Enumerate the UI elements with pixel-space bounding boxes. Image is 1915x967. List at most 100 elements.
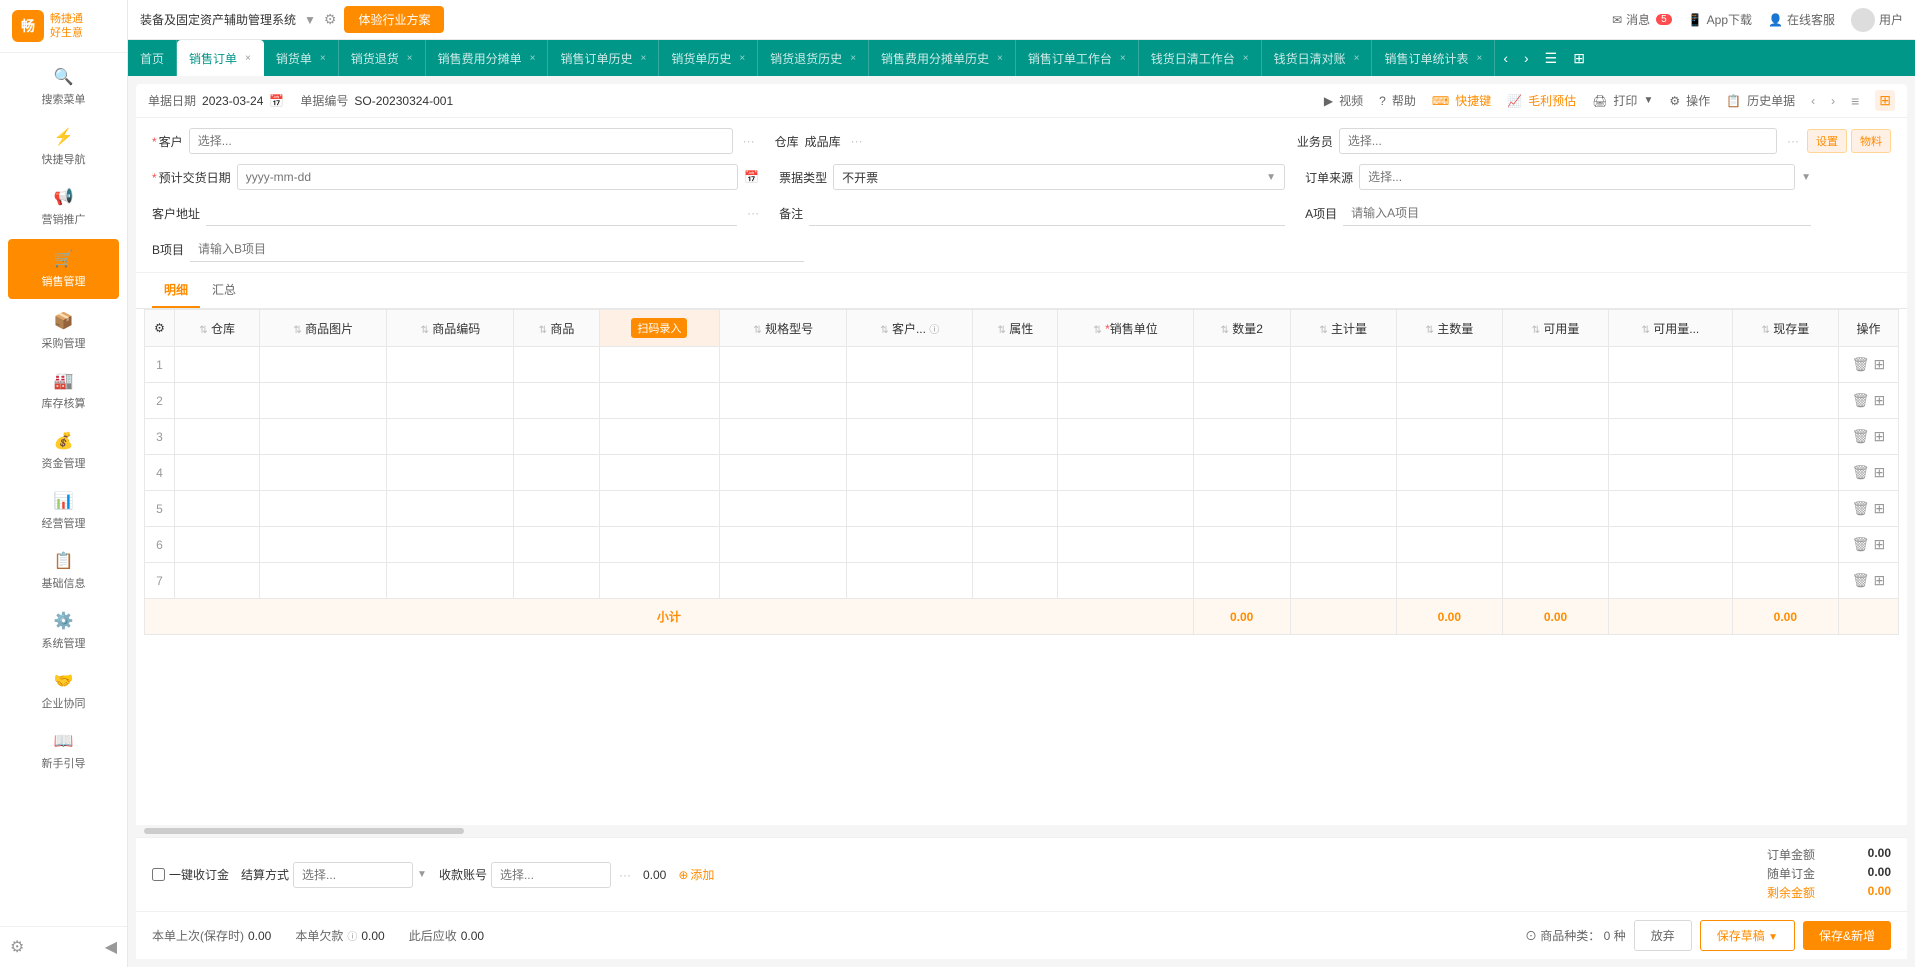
sidebar-item-enterprise[interactable]: 🤝 企业协同 (0, 661, 127, 721)
gear-icon[interactable]: ⚙ (324, 11, 337, 28)
settings-icon[interactable]: ⚙ (10, 937, 24, 957)
row-warehouse[interactable] (175, 347, 260, 383)
address-dots[interactable]: ··· (747, 206, 759, 220)
delete-row-icon[interactable]: 🗑 (1852, 464, 1870, 481)
save-new-button[interactable]: 保存&新增 (1803, 921, 1891, 950)
payment-method-input[interactable] (293, 862, 413, 888)
account-dots[interactable]: ··· (619, 868, 631, 882)
tab-close-icon[interactable]: × (530, 53, 536, 64)
app-download-btn[interactable]: 📱 App下载 (1688, 11, 1752, 28)
grid-icon[interactable]: ⊞ (1875, 90, 1895, 111)
sidebar-item-operations[interactable]: 📊 经营管理 (0, 481, 127, 541)
project-a-input[interactable] (1343, 200, 1811, 226)
sidebar-item-guide[interactable]: 📖 新手引导 (0, 721, 127, 781)
delete-row-icon[interactable]: 🗑 (1852, 356, 1870, 373)
tab-workbench[interactable]: 销售订单工作台 × (1016, 40, 1139, 76)
tab-next-btn[interactable]: › (1516, 50, 1537, 66)
order-source-input[interactable] (1359, 164, 1795, 190)
customer-dots[interactable]: ··· (743, 134, 755, 148)
tab-sales-report[interactable]: 销售订单统计表 × (1372, 40, 1495, 76)
staff-dots[interactable]: ··· (1787, 134, 1799, 148)
print-btn[interactable]: 🖨 打印 ▼ (1592, 92, 1653, 109)
copy-row-icon[interactable]: ⊞ (1874, 428, 1886, 445)
sidebar-item-finance[interactable]: 💰 资金管理 (0, 421, 127, 481)
delivery-input[interactable] (237, 164, 738, 190)
tab-close-icon[interactable]: × (850, 53, 856, 64)
copy-row-icon[interactable]: ⊞ (1874, 572, 1886, 589)
tab-sales-invoice[interactable]: 销货单 × (264, 40, 339, 76)
sidebar-item-inventory[interactable]: 🏭 库存核算 (0, 361, 127, 421)
note-input[interactable] (809, 200, 1285, 226)
tab-sales-history[interactable]: 销售订单历史 × (548, 40, 659, 76)
account-input[interactable] (491, 862, 611, 888)
delivery-calendar-icon[interactable]: 📅 (744, 170, 759, 184)
copy-row-icon[interactable]: ⊞ (1874, 356, 1886, 373)
address-input[interactable] (206, 200, 737, 226)
sidebar-item-marketing[interactable]: 📢 营销推广 (0, 177, 127, 237)
order-source-dropdown[interactable]: ▼ (1801, 172, 1811, 183)
solution-button[interactable]: 体验行业方案 (344, 6, 444, 33)
scan-input-btn[interactable]: 扫码录入 (631, 318, 687, 338)
tab-summary[interactable]: 汇总 (200, 273, 248, 308)
tab-close-icon[interactable]: × (1243, 53, 1249, 64)
copy-row-icon[interactable]: ⊞ (1874, 392, 1886, 409)
material-side-btn[interactable]: 物料 (1851, 129, 1891, 153)
tab-close-icon[interactable]: × (739, 53, 745, 64)
horizontal-scrollbar[interactable] (144, 828, 464, 834)
tab-detail[interactable]: 明细 (152, 273, 200, 308)
shortcut-btn[interactable]: ⌨ 快捷键 (1432, 92, 1491, 109)
collapse-icon[interactable]: ◀ (105, 937, 117, 957)
tab-cash-reconcile[interactable]: 钱货日清对账 × (1262, 40, 1373, 76)
delete-row-icon[interactable]: 🗑 (1852, 536, 1870, 553)
copy-row-icon[interactable]: ⊞ (1874, 536, 1886, 553)
history-btn[interactable]: 📋 历史单据 (1726, 92, 1795, 109)
sidebar-item-purchase[interactable]: 📦 采购管理 (0, 301, 127, 361)
order-deposit-checkbox[interactable]: 一键收订金 (152, 866, 229, 883)
tab-prev-btn[interactable]: ‹ (1495, 50, 1516, 66)
sidebar-item-sales[interactable]: 🛒 销售管理 (8, 239, 119, 299)
help-btn[interactable]: ? 帮助 (1379, 92, 1416, 109)
operation-btn[interactable]: ⚙ 操作 (1669, 92, 1710, 109)
sidebar-item-search[interactable]: 🔍 搜索菜单 (0, 57, 127, 117)
tab-sales-order[interactable]: 销售订单 × (177, 40, 264, 76)
staff-input[interactable] (1339, 128, 1777, 154)
tab-close-icon[interactable]: × (1476, 53, 1482, 64)
tab-sales-expense[interactable]: 销售费用分摊单 × (426, 40, 549, 76)
print-dropdown-icon[interactable]: ▼ (1643, 95, 1653, 106)
checkbox-input[interactable] (152, 868, 165, 881)
row-unit[interactable] (1058, 347, 1193, 383)
add-payment-btn[interactable]: ⊕ 添加 (678, 866, 714, 883)
nav-prev-icon[interactable]: ‹ (1811, 94, 1815, 108)
row-name[interactable] (514, 347, 599, 383)
abandon-button[interactable]: 放弃 (1634, 920, 1692, 951)
calendar-icon[interactable]: 📅 (269, 94, 284, 108)
tab-close-icon[interactable]: × (320, 53, 326, 64)
copy-row-icon[interactable]: ⊞ (1874, 464, 1886, 481)
sidebar-item-base[interactable]: 📋 基础信息 (0, 541, 127, 601)
row-custom[interactable] (847, 347, 973, 383)
tab-grid-btn[interactable]: ⊞ (1565, 50, 1593, 67)
save-draft-dropdown[interactable]: ▼ (1768, 932, 1778, 943)
row-qty2[interactable] (1193, 347, 1290, 383)
payment-dropdown-icon[interactable]: ▼ (417, 869, 427, 880)
sidebar-item-system[interactable]: ⚙️ 系统管理 (0, 601, 127, 661)
row-spec[interactable] (720, 347, 847, 383)
profit-btn[interactable]: 📈 毛利预估 (1507, 92, 1576, 109)
copy-row-icon[interactable]: ⊞ (1874, 500, 1886, 517)
dropdown-icon[interactable]: ▼ (304, 13, 316, 27)
settings-side-btn[interactable]: 设置 (1807, 129, 1847, 153)
col-settings-icon[interactable]: ⚙ (154, 321, 165, 335)
nav-next-icon[interactable]: › (1831, 94, 1835, 108)
tab-sales-return[interactable]: 销货退货 × (339, 40, 426, 76)
delete-row-icon[interactable]: 🗑 (1852, 428, 1870, 445)
delete-row-icon[interactable]: 🗑 (1852, 572, 1870, 589)
view-btn[interactable]: ▶ 视频 (1324, 92, 1363, 109)
col-settings[interactable]: ⚙ (145, 310, 175, 347)
goods-count-icon[interactable]: ⊙ (1525, 929, 1537, 943)
tab-menu-btn[interactable]: ☰ (1537, 50, 1566, 67)
tab-close-icon[interactable]: × (245, 53, 251, 64)
tab-cash-workbench[interactable]: 钱货日清工作台 × (1139, 40, 1262, 76)
tab-close-icon[interactable]: × (997, 53, 1003, 64)
tab-close-icon[interactable]: × (1120, 53, 1126, 64)
row-attr[interactable] (973, 347, 1058, 383)
